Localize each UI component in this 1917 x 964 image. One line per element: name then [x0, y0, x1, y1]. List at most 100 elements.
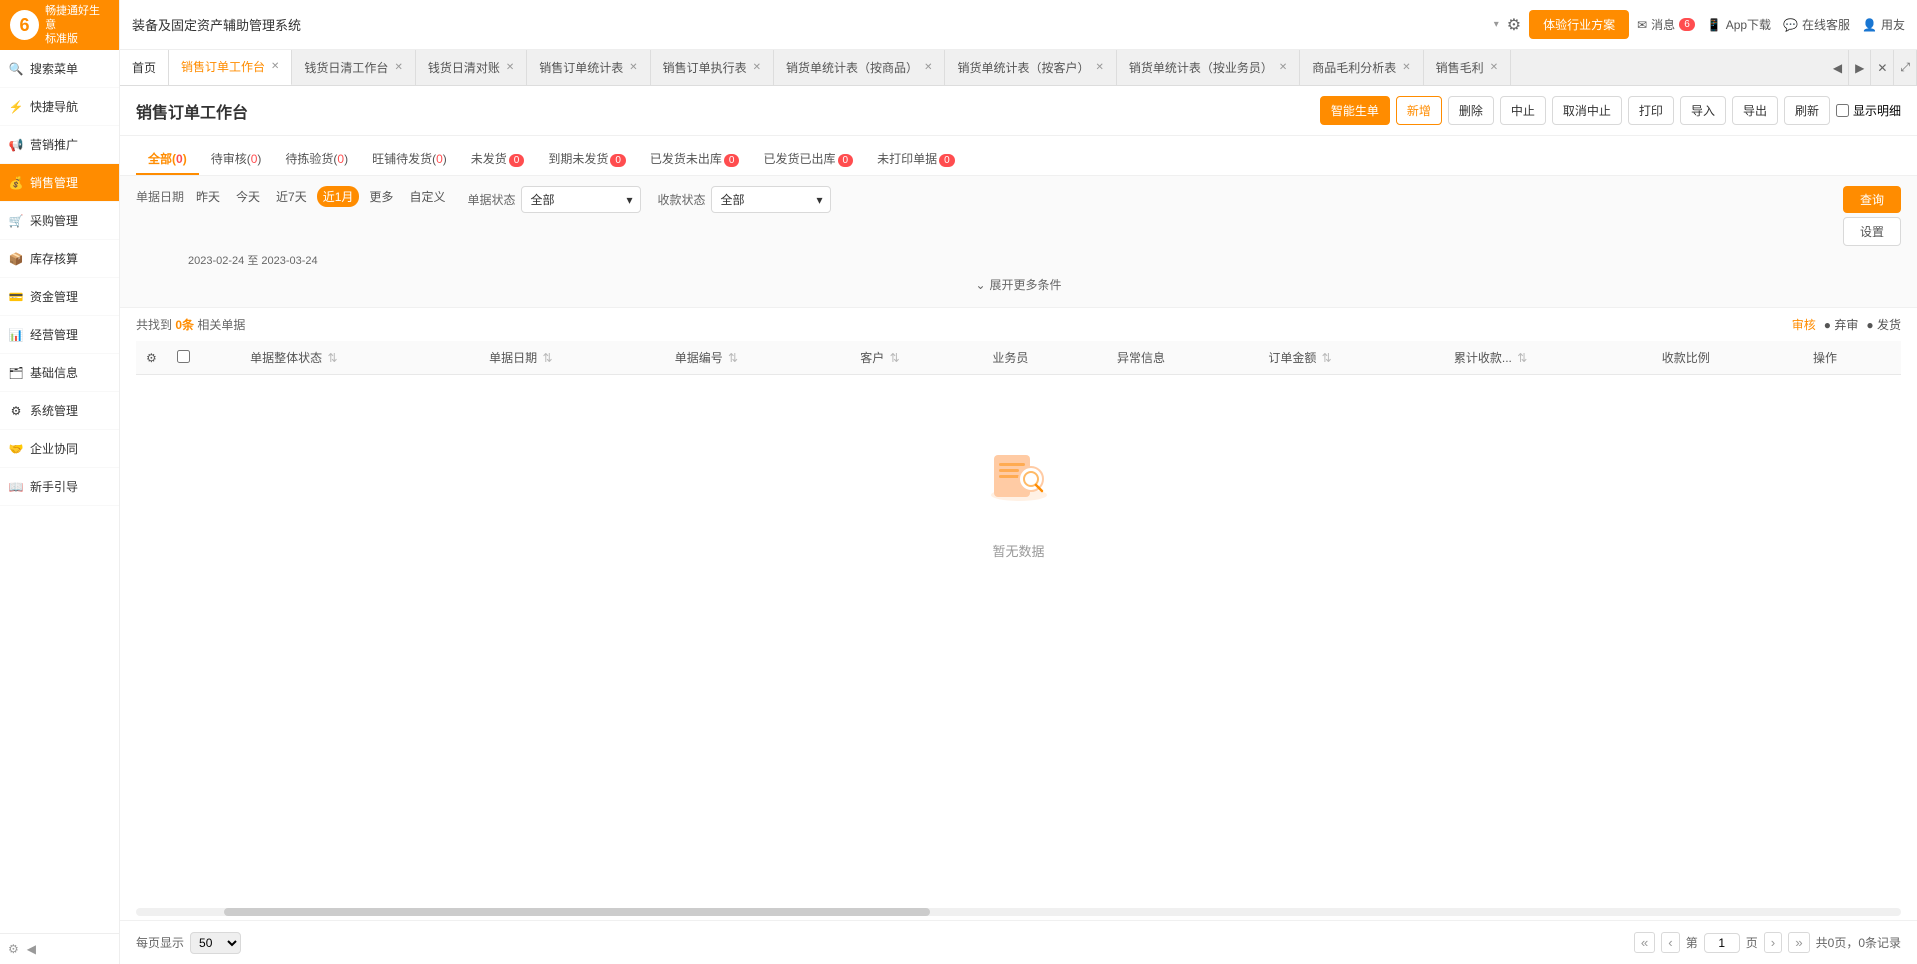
query-btn[interactable]: 查询 — [1843, 186, 1901, 213]
date-opt-更多[interactable]: 更多 — [363, 186, 399, 207]
trial-button[interactable]: 体验行业方案 — [1529, 10, 1629, 39]
show-detail-toggle[interactable]: 显示明细 — [1836, 102, 1901, 119]
anti-audit-btn[interactable]: ● 弃审 — [1824, 316, 1859, 333]
page-size-select[interactable]: 102050100 — [190, 932, 241, 954]
sub-tab-待拣验货[interactable]: 待拣验货(0) — [273, 144, 360, 175]
tab-cash-reconcile[interactable]: 钱货日清对账✕ — [416, 50, 527, 86]
sub-tab-待审核[interactable]: 待审核(0) — [199, 144, 274, 175]
filter-date-range-row: 2023-02-24 至 2023-03-24 — [136, 250, 1901, 268]
next-page-btn[interactable]: › — [1764, 932, 1782, 953]
sub-tab-已发货已出库[interactable]: 已发货已出库0 — [751, 144, 865, 175]
sidebar-item-system[interactable]: ⚙系统管理 — [0, 392, 119, 430]
header-settings-icon[interactable]: ⚙ — [1507, 15, 1521, 35]
sub-tab-全部[interactable]: 全部(0) — [136, 144, 199, 175]
nav-label-sales: 销售管理 — [30, 174, 78, 191]
sidebar-item-marketing[interactable]: 📢营销推广 — [0, 126, 119, 164]
sub-tab-badge: 0 — [724, 154, 740, 167]
tab-sales-staff[interactable]: 销货单统计表（按业务员）✕ — [1117, 50, 1300, 86]
date-opt-自定义[interactable]: 自定义 — [403, 186, 451, 207]
sidebar-item-quick-nav[interactable]: ⚡快捷导航 — [0, 88, 119, 126]
select-all-checkbox[interactable] — [177, 350, 190, 363]
sidebar-item-search[interactable]: 🔍搜索菜单 — [0, 50, 119, 88]
print-btn[interactable]: 打印 — [1628, 96, 1674, 125]
sidebar-item-guide[interactable]: 📖新手引导 — [0, 468, 119, 506]
system-title-arrow[interactable]: ▾ — [1494, 19, 1499, 30]
delete-btn[interactable]: 删除 — [1448, 96, 1494, 125]
import-btn[interactable]: 导入 — [1680, 96, 1726, 125]
tab-next-btn[interactable]: ▶ — [1849, 50, 1871, 86]
tab-close-sales-profit[interactable]: ✕ — [1490, 62, 1498, 73]
sub-tab-到期未发货[interactable]: 到期未发货0 — [536, 144, 638, 175]
receipt-select[interactable]: 全部 ▾ — [711, 186, 831, 213]
sidebar-item-operation[interactable]: 📊经营管理 — [0, 316, 119, 354]
tab-close-profit-analysis[interactable]: ✕ — [1402, 62, 1410, 73]
tab-sales-exec[interactable]: 销售订单执行表 ✕ — [651, 50, 774, 86]
date-opt-近1月[interactable]: 近1月 — [317, 186, 360, 207]
sub-tab-未打印单据[interactable]: 未打印单据0 — [865, 144, 967, 175]
set-btn[interactable]: 设置 — [1843, 217, 1901, 246]
add-btn[interactable]: 新增 — [1396, 96, 1442, 125]
date-opt-昨天[interactable]: 昨天 — [190, 186, 226, 207]
send-btn[interactable]: ● 发货 — [1866, 316, 1901, 333]
sub-tab-旺铺待发货[interactable]: 旺铺待发货(0) — [360, 144, 459, 175]
receipt-filter: 收款状态 全部 ▾ — [657, 186, 831, 213]
horizontal-scrollbar[interactable] — [136, 908, 1901, 916]
sidebar-item-inventory[interactable]: 📦库存核算 — [0, 240, 119, 278]
sidebar-item-basic-info[interactable]: 🗂基础信息 — [0, 354, 119, 392]
tab-label-profit-analysis: 商品毛利分析表 — [1312, 59, 1396, 76]
tab-close-sales-exec[interactable]: ✕ — [753, 62, 761, 73]
tab-close-cash-daily[interactable]: ✕ — [394, 62, 402, 73]
tab-close-all-btn[interactable]: ✕ — [1871, 50, 1894, 86]
user-btn[interactable]: 👤 用友 — [1862, 16, 1905, 33]
tab-prev-btn[interactable]: ◀ — [1827, 50, 1849, 86]
tab-close-sales-stats[interactable]: ✕ — [629, 62, 637, 73]
audit-btn[interactable]: 审核 — [1792, 316, 1816, 333]
show-detail-checkbox[interactable] — [1836, 104, 1849, 117]
tab-sales-workbench[interactable]: 销售订单工作台✕ — [169, 50, 292, 86]
filter-actions: 查询 设置 — [1843, 186, 1901, 246]
sidebar-settings-btn[interactable]: ⚙ — [8, 942, 19, 956]
date-range-text: 2023-02-24 至 2023-03-24 — [188, 252, 318, 268]
sidebar-item-enterprise[interactable]: 🤝企业协同 — [0, 430, 119, 468]
last-page-btn[interactable]: » — [1788, 932, 1809, 953]
tab-close-sales-workbench[interactable]: ✕ — [271, 61, 279, 72]
col-number: 单据编号 ⇅ — [665, 341, 851, 375]
sub-tab-未发货[interactable]: 未发货0 — [459, 144, 537, 175]
sidebar-item-finance[interactable]: 💳资金管理 — [0, 278, 119, 316]
tab-profit-analysis[interactable]: 商品毛利分析表 ✕ — [1300, 50, 1423, 86]
tab-cash-daily[interactable]: 钱货日清工作台✕ — [292, 50, 415, 86]
tab-sales-goods[interactable]: 销货单统计表（按商品）✕ — [774, 50, 945, 86]
stop-btn[interactable]: 中止 — [1500, 96, 1546, 125]
online-service-btn[interactable]: 💬 在线客服 — [1783, 16, 1850, 33]
nav-icon-inventory: 📦 — [8, 251, 24, 267]
first-page-btn[interactable]: « — [1634, 932, 1655, 953]
sidebar-item-purchase[interactable]: 🛒采购管理 — [0, 202, 119, 240]
expand-btn[interactable]: ⌄ 展开更多条件 — [967, 272, 1069, 297]
tab-close-sales-goods[interactable]: ✕ — [924, 62, 932, 73]
sidebar-collapse-btn[interactable]: ◀ — [27, 942, 36, 956]
sidebar-item-sales[interactable]: 💰销售管理 — [0, 164, 119, 202]
prev-page-btn[interactable]: ‹ — [1661, 932, 1679, 953]
tab-close-sales-staff[interactable]: ✕ — [1279, 62, 1287, 73]
sub-tab-已发货未出库[interactable]: 已发货未出库0 — [638, 144, 752, 175]
messages-btn[interactable]: ✉ 消息 6 — [1637, 16, 1695, 33]
tab-sales-profit[interactable]: 销售毛利✕ — [1424, 50, 1511, 86]
date-opt-近7天[interactable]: 近7天 — [270, 186, 313, 207]
page-number-input[interactable] — [1704, 933, 1740, 953]
smart-create-btn[interactable]: 智能生单 — [1320, 96, 1390, 125]
export-btn[interactable]: 导出 — [1732, 96, 1778, 125]
tab-bar: 首页销售订单工作台✕钱货日清工作台✕钱货日清对账✕销售订单统计表✕销售订单执行表… — [120, 50, 1917, 86]
tab-maximize-btn[interactable]: ⤢ — [1894, 50, 1917, 86]
date-opt-今天[interactable]: 今天 — [230, 186, 266, 207]
tab-sales-stats[interactable]: 销售订单统计表✕ — [527, 50, 650, 86]
cancel-stop-btn[interactable]: 取消中止 — [1552, 96, 1622, 125]
table-area: 共找到 0条 相关单据 审核 ● 弃审 ● 发货 ⚙ 单据整体状态 ⇅ 单据日期… — [120, 308, 1917, 904]
tab-home[interactable]: 首页 — [120, 50, 169, 86]
status-select[interactable]: 全部 ▾ — [521, 186, 641, 213]
tab-close-sales-customer[interactable]: ✕ — [1095, 62, 1103, 73]
tab-close-cash-reconcile[interactable]: ✕ — [506, 62, 514, 73]
tab-label-sales-exec: 销售订单执行表 — [663, 59, 747, 76]
app-download-btn[interactable]: 📱 App下载 — [1707, 16, 1771, 33]
tab-sales-customer[interactable]: 销货单统计表（按客户）✕ — [945, 50, 1116, 86]
refresh-btn[interactable]: 刷新 — [1784, 96, 1830, 125]
